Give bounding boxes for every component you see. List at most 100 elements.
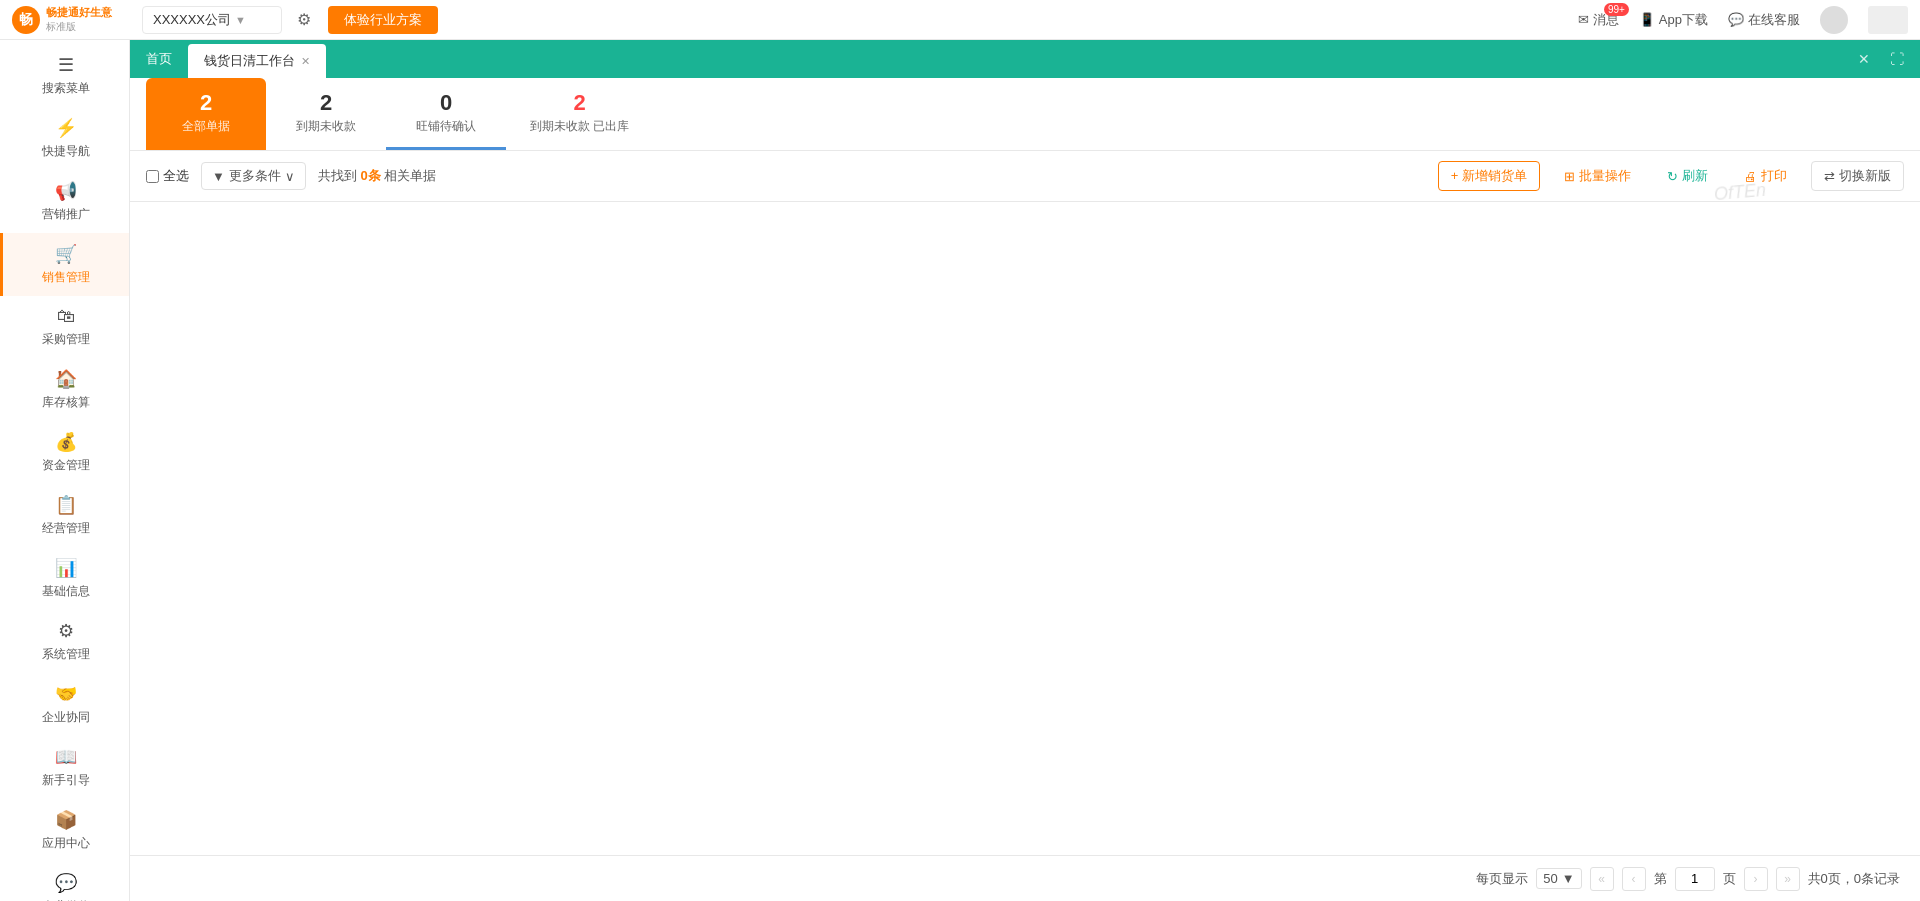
- sidebar-label-sales: 销售管理: [42, 269, 90, 286]
- stat-label-shipped: 到期未收款 已出库: [530, 118, 629, 135]
- stat-number-shipped: 2: [574, 90, 586, 116]
- switch-version-button[interactable]: ⇄ 切换新版: [1811, 161, 1904, 191]
- sidebar-item-search[interactable]: ☰ 搜索菜单: [0, 44, 129, 107]
- filter-arrow-icon: ∨: [285, 169, 295, 184]
- tab-workbench[interactable]: 钱货日清工作台 ✕: [188, 44, 326, 78]
- stat-tab-shipped[interactable]: 2 到期未收款 已出库: [506, 78, 653, 150]
- print-button[interactable]: 🖨 打印: [1732, 162, 1799, 190]
- page-size-selector[interactable]: 50 ▼: [1536, 868, 1581, 889]
- next-page-button[interactable]: ›: [1744, 867, 1768, 891]
- app-download-icon: 📱: [1639, 12, 1655, 27]
- app-center-icon: 📦: [55, 809, 77, 831]
- search-menu-icon: ☰: [58, 54, 74, 76]
- tab-home[interactable]: 首页: [130, 40, 188, 78]
- user-name-display[interactable]: [1868, 6, 1908, 34]
- page-label: 第: [1654, 870, 1667, 888]
- sidebar-item-wechat[interactable]: 💬 企业微信: [0, 862, 129, 901]
- message-icon-item[interactable]: ✉ 消息 99+: [1578, 11, 1619, 29]
- message-icon: ✉: [1578, 12, 1589, 27]
- stat-number-overdue: 2: [320, 90, 332, 116]
- stat-label-wangpu: 旺铺待确认: [416, 118, 476, 135]
- select-all-checkbox[interactable]: 全选: [146, 167, 189, 185]
- logo-area: 畅 畅捷通好生意 标准版: [12, 5, 142, 34]
- sidebar-label-finance: 资金管理: [42, 457, 90, 474]
- sidebar-item-enterprise[interactable]: 🤝 企业协同: [0, 673, 129, 736]
- app-download-label: App下载: [1659, 11, 1708, 29]
- top-header: 畅 畅捷通好生意 标准版 XXXXXX公司 ▼ ⚙ 体验行业方案 ✉ 消息 99…: [0, 0, 1920, 40]
- tab-close-icon[interactable]: ✕: [301, 55, 310, 68]
- sidebar-item-marketing[interactable]: 📢 营销推广: [0, 170, 129, 233]
- header-right: ✉ 消息 99+ 📱 App下载 💬 在线客服: [1578, 6, 1908, 34]
- company-dropdown-arrow: ▼: [235, 14, 246, 26]
- first-page-button[interactable]: «: [1590, 867, 1614, 891]
- page-suffix: 页: [1723, 870, 1736, 888]
- total-records-label: 共0页，0条记录: [1808, 870, 1900, 888]
- refresh-button[interactable]: ↻ 刷新: [1655, 162, 1720, 190]
- stat-number-wangpu: 0: [440, 90, 452, 116]
- sidebar-label-basic-info: 基础信息: [42, 583, 90, 600]
- sidebar-label-search: 搜索菜单: [42, 80, 90, 97]
- marketing-icon: 📢: [55, 180, 77, 202]
- refresh-icon: ↻: [1667, 169, 1678, 184]
- sidebar-item-operations[interactable]: 📋 经营管理: [0, 484, 129, 547]
- stat-number-all: 2: [200, 90, 212, 116]
- main-layout: ☰ 搜索菜单 ⚡ 快捷导航 📢 营销推广 🛒 销售管理 🛍 采购管理 🏠 库存核…: [0, 40, 1920, 901]
- prev-page-button[interactable]: ‹: [1622, 867, 1646, 891]
- wechat-icon: 💬: [55, 872, 77, 894]
- filter-label: 更多条件: [229, 167, 281, 185]
- sidebar-item-inventory[interactable]: 🏠 库存核算: [0, 358, 129, 421]
- batch-operation-button[interactable]: ⊞ 批量操作: [1552, 162, 1643, 190]
- sidebar-item-finance[interactable]: 💰 资金管理: [0, 421, 129, 484]
- select-all-input[interactable]: [146, 170, 159, 183]
- filter-icon: ▼: [212, 169, 225, 184]
- nav-tab-controls: ✕ ⛶: [1852, 49, 1920, 69]
- sidebar-label-guide: 新手引导: [42, 772, 90, 789]
- stats-bar: 2 全部单据 2 到期未收款 0 旺铺待确认 2 到期未收款 已出库: [130, 78, 1920, 151]
- stat-tab-wangpu[interactable]: 0 旺铺待确认: [386, 78, 506, 150]
- sidebar-item-app-center[interactable]: 📦 应用中心: [0, 799, 129, 862]
- operations-icon: 📋: [55, 494, 77, 516]
- toolbar: 全选 ▼ 更多条件 ∨ 共找到 0条 相关单据 + 新增销货单 ⊞ 批量操作 ↻…: [130, 151, 1920, 202]
- message-badge: 99+: [1604, 3, 1629, 16]
- window-close-icon[interactable]: ✕: [1852, 49, 1876, 69]
- avatar[interactable]: [1820, 6, 1848, 34]
- add-sales-order-button[interactable]: + 新增销货单: [1438, 161, 1540, 191]
- logo-icon: 畅: [12, 6, 40, 34]
- sidebar-item-quick-nav[interactable]: ⚡ 快捷导航: [0, 107, 129, 170]
- table-area: [130, 202, 1920, 855]
- print-icon: 🖨: [1744, 169, 1757, 184]
- nav-tabs: 首页 钱货日清工作台 ✕ ✕ ⛶: [130, 40, 1920, 78]
- sidebar-item-guide[interactable]: 📖 新手引导: [0, 736, 129, 799]
- system-icon: ⚙: [58, 620, 74, 642]
- sidebar-label-system: 系统管理: [42, 646, 90, 663]
- current-page-input[interactable]: [1675, 867, 1715, 891]
- select-all-label: 全选: [163, 167, 189, 185]
- purchase-icon: 🛍: [57, 306, 75, 327]
- found-count: 0条: [361, 168, 381, 183]
- online-service-item[interactable]: 💬 在线客服: [1728, 11, 1800, 29]
- inventory-icon: 🏠: [55, 368, 77, 390]
- sidebar-item-purchase[interactable]: 🛍 采购管理: [0, 296, 129, 358]
- sidebar-item-system[interactable]: ⚙ 系统管理: [0, 610, 129, 673]
- sidebar-item-basic-info[interactable]: 📊 基础信息: [0, 547, 129, 610]
- sales-icon: 🛒: [55, 243, 77, 265]
- sidebar-label-inventory: 库存核算: [42, 394, 90, 411]
- company-selector[interactable]: XXXXXX公司 ▼: [142, 6, 282, 34]
- settings-icon[interactable]: ⚙: [290, 6, 318, 34]
- stat-label-overdue: 到期未收款: [296, 118, 356, 135]
- last-page-button[interactable]: »: [1776, 867, 1800, 891]
- guide-icon: 📖: [55, 746, 77, 768]
- content-area: 首页 钱货日清工作台 ✕ ✕ ⛶ 2 全部单据 2 到期未收款 0: [130, 40, 1920, 901]
- pagination-bar: 每页显示 50 ▼ « ‹ 第 页 › » 共0页，0条记录: [130, 855, 1920, 901]
- trial-button[interactable]: 体验行业方案: [328, 6, 438, 34]
- app-download-item[interactable]: 📱 App下载: [1639, 11, 1708, 29]
- sidebar-label-enterprise: 企业协同: [42, 709, 90, 726]
- window-maximize-icon[interactable]: ⛶: [1884, 49, 1910, 69]
- filter-button[interactable]: ▼ 更多条件 ∨: [201, 162, 306, 190]
- stat-tab-overdue[interactable]: 2 到期未收款: [266, 78, 386, 150]
- stat-tab-all[interactable]: 2 全部单据: [146, 78, 266, 150]
- logo-text: 畅捷通好生意 标准版: [46, 5, 112, 34]
- toolbar-right: + 新增销货单 ⊞ 批量操作 ↻ 刷新 🖨 打印 ⇄ 切换新版: [1438, 161, 1904, 191]
- sidebar: ☰ 搜索菜单 ⚡ 快捷导航 📢 营销推广 🛒 销售管理 🛍 采购管理 🏠 库存核…: [0, 40, 130, 901]
- sidebar-item-sales[interactable]: 🛒 销售管理: [0, 233, 129, 296]
